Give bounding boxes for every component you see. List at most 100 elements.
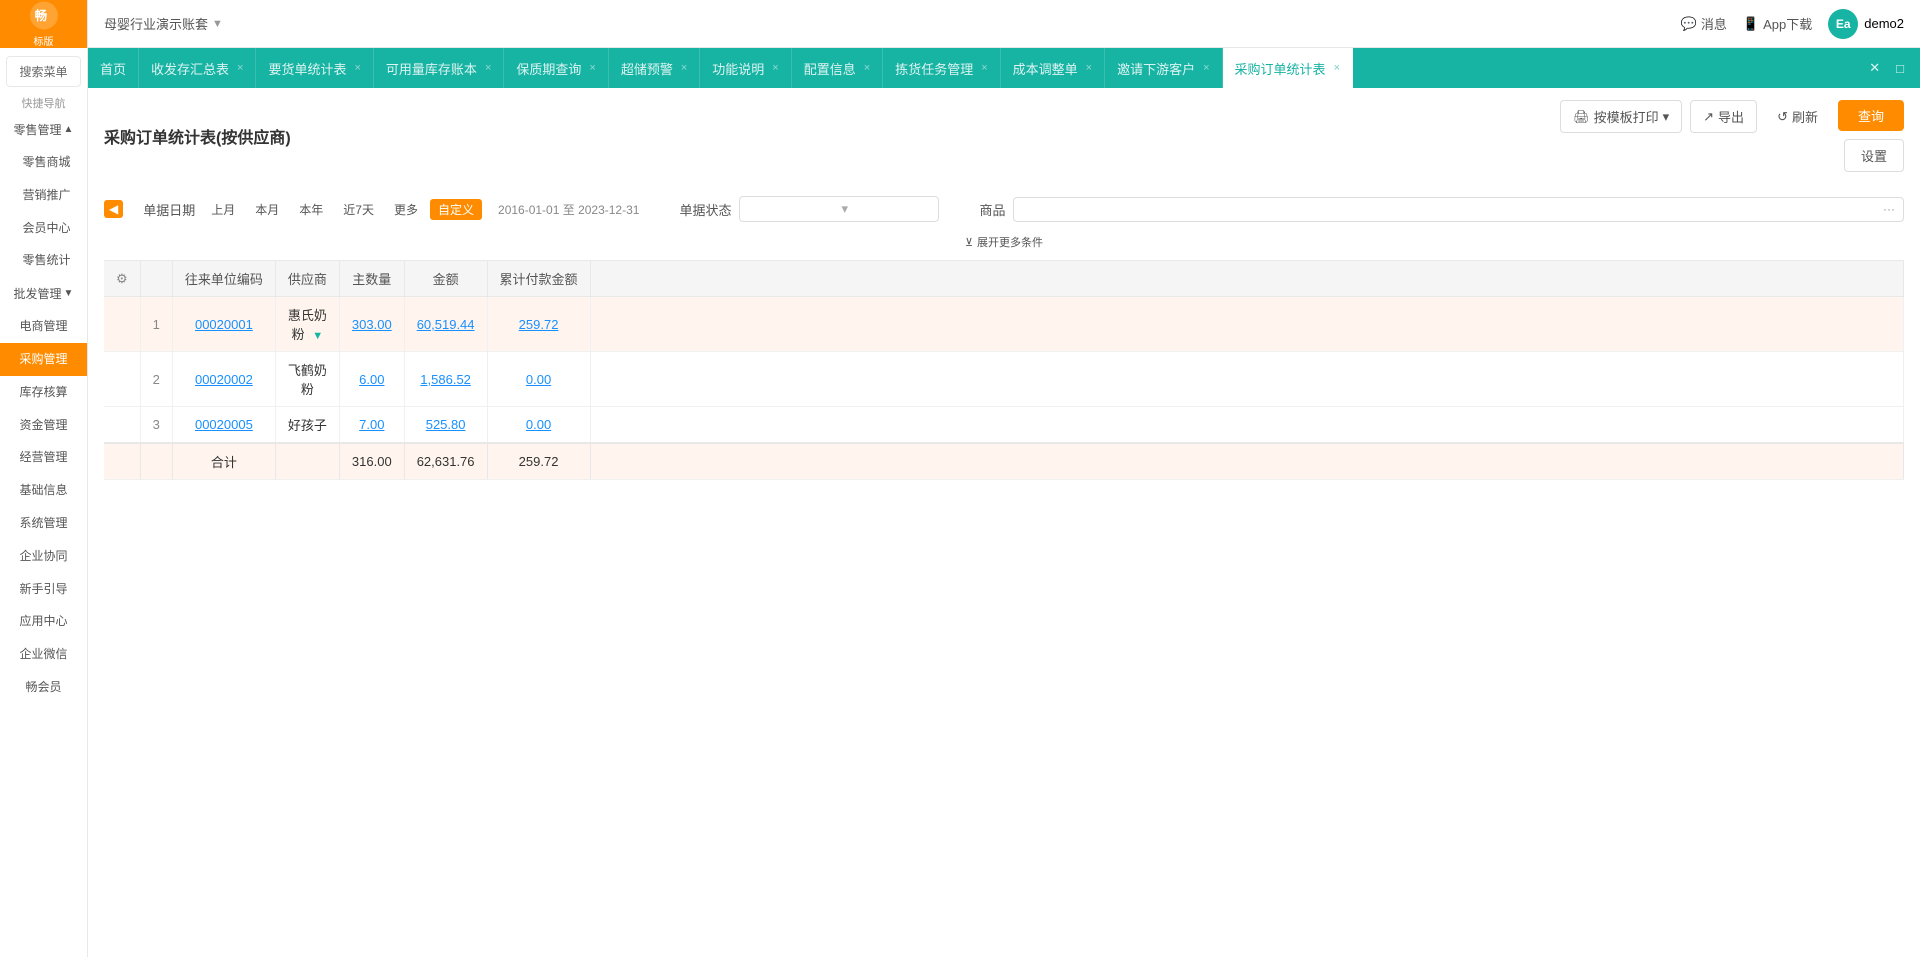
refresh-button[interactable]: ↺ 刷新 — [1765, 101, 1830, 132]
tab-function-desc-close[interactable]: × — [772, 62, 778, 74]
tab-home[interactable]: 首页 — [88, 48, 139, 88]
app-logo[interactable]: 畅 标版 — [0, 0, 87, 48]
print-button[interactable]: 🖨 按模板打印 ▾ — [1560, 100, 1682, 133]
table-body: 1 00020001 惠氏奶粉 ▼ 303.00 — [104, 297, 1904, 444]
date-7days[interactable]: 近7天 — [335, 199, 382, 220]
row-1-expand-icon[interactable]: ▼ — [312, 330, 323, 342]
goods-filter: 商品 ··· — [979, 197, 1904, 222]
query-button[interactable]: 查询 — [1838, 100, 1904, 131]
main-area: 母婴行业演示账套 ▼ 💬 消息 📱 App下载 Ea demo2 — [88, 0, 1920, 957]
sidebar-item-retail-stats[interactable]: 零售统计 — [0, 244, 87, 277]
sidebar-item-member[interactable]: 会员中心 — [0, 212, 87, 245]
workspace-selector[interactable]: 母婴行业演示账套 ▼ — [104, 14, 223, 33]
date-last-month[interactable]: 上月 — [203, 199, 243, 220]
sidebar-item-guide[interactable]: 新手引导 — [0, 573, 87, 606]
goods-label: 商品 — [979, 200, 1005, 219]
tab-cost-adjust-close[interactable]: × — [1086, 62, 1092, 74]
tab-pickup-task[interactable]: 拣货任务管理 × — [883, 48, 1000, 88]
row-2-amount-value[interactable]: 1,586.52 — [420, 372, 471, 387]
collapse-toggle[interactable]: ◀ — [104, 200, 123, 218]
tab-invite-downstream-close[interactable]: × — [1203, 62, 1209, 74]
tab-expiry-query-close[interactable]: × — [589, 62, 595, 74]
row-3-settings — [104, 407, 140, 444]
sidebar-item-finance[interactable]: 资金管理 — [0, 409, 87, 442]
search-menu-button[interactable]: 搜索菜单 — [6, 56, 81, 87]
date-custom-badge[interactable]: 自定义 — [430, 199, 482, 220]
sidebar-item-collab[interactable]: 企业协同 — [0, 540, 87, 573]
tab-overstock-warning-close[interactable]: × — [681, 62, 687, 74]
sidebar-item-operations[interactable]: 经营管理 — [0, 441, 87, 474]
goods-more-icon[interactable]: ··· — [1883, 202, 1895, 216]
status-filter-inner: 单据状态 ▾ — [679, 196, 939, 222]
tab-overstock-warning[interactable]: 超储预警 × — [609, 48, 700, 88]
settings-button[interactable]: 设置 — [1844, 139, 1904, 172]
expand-more-button[interactable]: ⊻ 展开更多条件 — [965, 228, 1043, 256]
tab-config-info-close[interactable]: × — [864, 62, 870, 74]
sidebar-item-wechat[interactable]: 企业微信 — [0, 638, 87, 671]
sidebar-item-inventory[interactable]: 库存核算 — [0, 376, 87, 409]
date-filter: 单据日期 上月 本月 本年 近7天 更多 自定义 — [143, 199, 482, 220]
tab-purchase-stats-label: 要货单统计表 — [268, 59, 346, 78]
tab-purchase-stats[interactable]: 要货单统计表 × — [256, 48, 373, 88]
status-select[interactable]: ▾ — [739, 196, 939, 222]
tab-pickup-task-close[interactable]: × — [981, 62, 987, 74]
row-1-unit-code-link[interactable]: 00020001 — [195, 317, 253, 332]
message-button[interactable]: 💬 消息 — [1681, 14, 1727, 33]
row-2-paid-amount-value[interactable]: 0.00 — [526, 372, 551, 387]
date-more[interactable]: 更多 — [386, 199, 426, 220]
sidebar-item-apps[interactable]: 应用中心 — [0, 605, 87, 638]
row-3-amount-value[interactable]: 525.80 — [426, 417, 466, 432]
tab-available-inventory-close[interactable]: × — [485, 62, 491, 74]
sidebar-item-vip[interactable]: 畅会员 — [0, 671, 87, 704]
sidebar-item-retail[interactable]: 零售管理 ▲ — [0, 113, 87, 146]
tab-cost-adjust[interactable]: 成本调整单 × — [1001, 48, 1105, 88]
export-button[interactable]: ↗ 导出 — [1690, 100, 1757, 133]
app-download-button[interactable]: 📱 App下载 — [1743, 14, 1812, 33]
sidebar-item-retail-shop[interactable]: 零售商城 — [0, 146, 87, 179]
tab-purchase-order-stats-close[interactable]: × — [1334, 62, 1340, 74]
col-header-main-qty: 主数量 — [339, 261, 404, 297]
row-1-amount-value[interactable]: 60,519.44 — [417, 317, 475, 332]
sidebar-item-batch[interactable]: 批发管理 ▼ — [0, 277, 87, 310]
sidebar-item-purchase[interactable]: 采购管理 — [0, 343, 87, 376]
date-this-month[interactable]: 本月 — [247, 199, 287, 220]
date-filter-label: 单据日期 — [143, 200, 195, 219]
tab-invite-downstream[interactable]: 邀请下游客户 × — [1105, 48, 1222, 88]
row-3-main-qty-value[interactable]: 7.00 — [359, 417, 384, 432]
row-1-extra — [590, 297, 1903, 352]
row-1-settings — [104, 297, 140, 352]
row-2-main-qty-value[interactable]: 6.00 — [359, 372, 384, 387]
row-2-main-qty: 6.00 — [339, 352, 404, 407]
print-label: 按模板打印 — [1594, 107, 1659, 126]
sidebar-item-basic[interactable]: 基础信息 — [0, 474, 87, 507]
tab-function-desc[interactable]: 功能说明 × — [700, 48, 791, 88]
tab-receive-summary[interactable]: 收发存汇总表 × — [139, 48, 256, 88]
table-row: 1 00020001 惠氏奶粉 ▼ 303.00 — [104, 297, 1904, 352]
tab-purchase-order-stats-label: 采购订单统计表 — [1235, 59, 1326, 78]
tab-purchase-stats-close[interactable]: × — [354, 62, 360, 74]
row-1-main-qty-value[interactable]: 303.00 — [352, 317, 392, 332]
sidebar-item-retail-label: 零售管理 — [14, 121, 62, 138]
tab-purchase-order-stats[interactable]: 采购订单统计表 × — [1223, 48, 1353, 88]
sidebar-item-marketing[interactable]: 营销推广 — [0, 179, 87, 212]
logo-text: 标版 — [34, 33, 54, 48]
sidebar-item-ecommerce[interactable]: 电商管理 — [0, 310, 87, 343]
sidebar-nav: 搜索菜单 快捷导航 零售管理 ▲ 零售商城 营销推广 会员中心 零售统计 批发管… — [0, 48, 87, 957]
sidebar-item-system[interactable]: 系统管理 — [0, 507, 87, 540]
row-1-paid-amount-value[interactable]: 259.72 — [519, 317, 559, 332]
settings-gear-icon[interactable]: ⚙ — [116, 271, 128, 286]
workspace-area: 母婴行业演示账套 ▼ — [104, 14, 223, 33]
row-3-paid-amount-value[interactable]: 0.00 — [526, 417, 551, 432]
tab-expiry-query[interactable]: 保质期查询 × — [504, 48, 608, 88]
tab-config-info[interactable]: 配置信息 × — [792, 48, 883, 88]
date-this-year[interactable]: 本年 — [291, 199, 331, 220]
maximize-window-button[interactable]: □ — [1892, 57, 1908, 80]
user-info[interactable]: Ea demo2 — [1828, 9, 1904, 39]
close-window-button[interactable]: ✕ — [1865, 56, 1884, 80]
tab-available-inventory[interactable]: 可用量库存账本 × — [374, 48, 504, 88]
tab-receive-summary-close[interactable]: × — [237, 62, 243, 74]
row-3-unit-code-link[interactable]: 00020005 — [195, 417, 253, 432]
goods-input-field[interactable] — [1022, 202, 1879, 217]
tab-config-info-label: 配置信息 — [804, 59, 856, 78]
row-2-unit-code-link[interactable]: 00020002 — [195, 372, 253, 387]
